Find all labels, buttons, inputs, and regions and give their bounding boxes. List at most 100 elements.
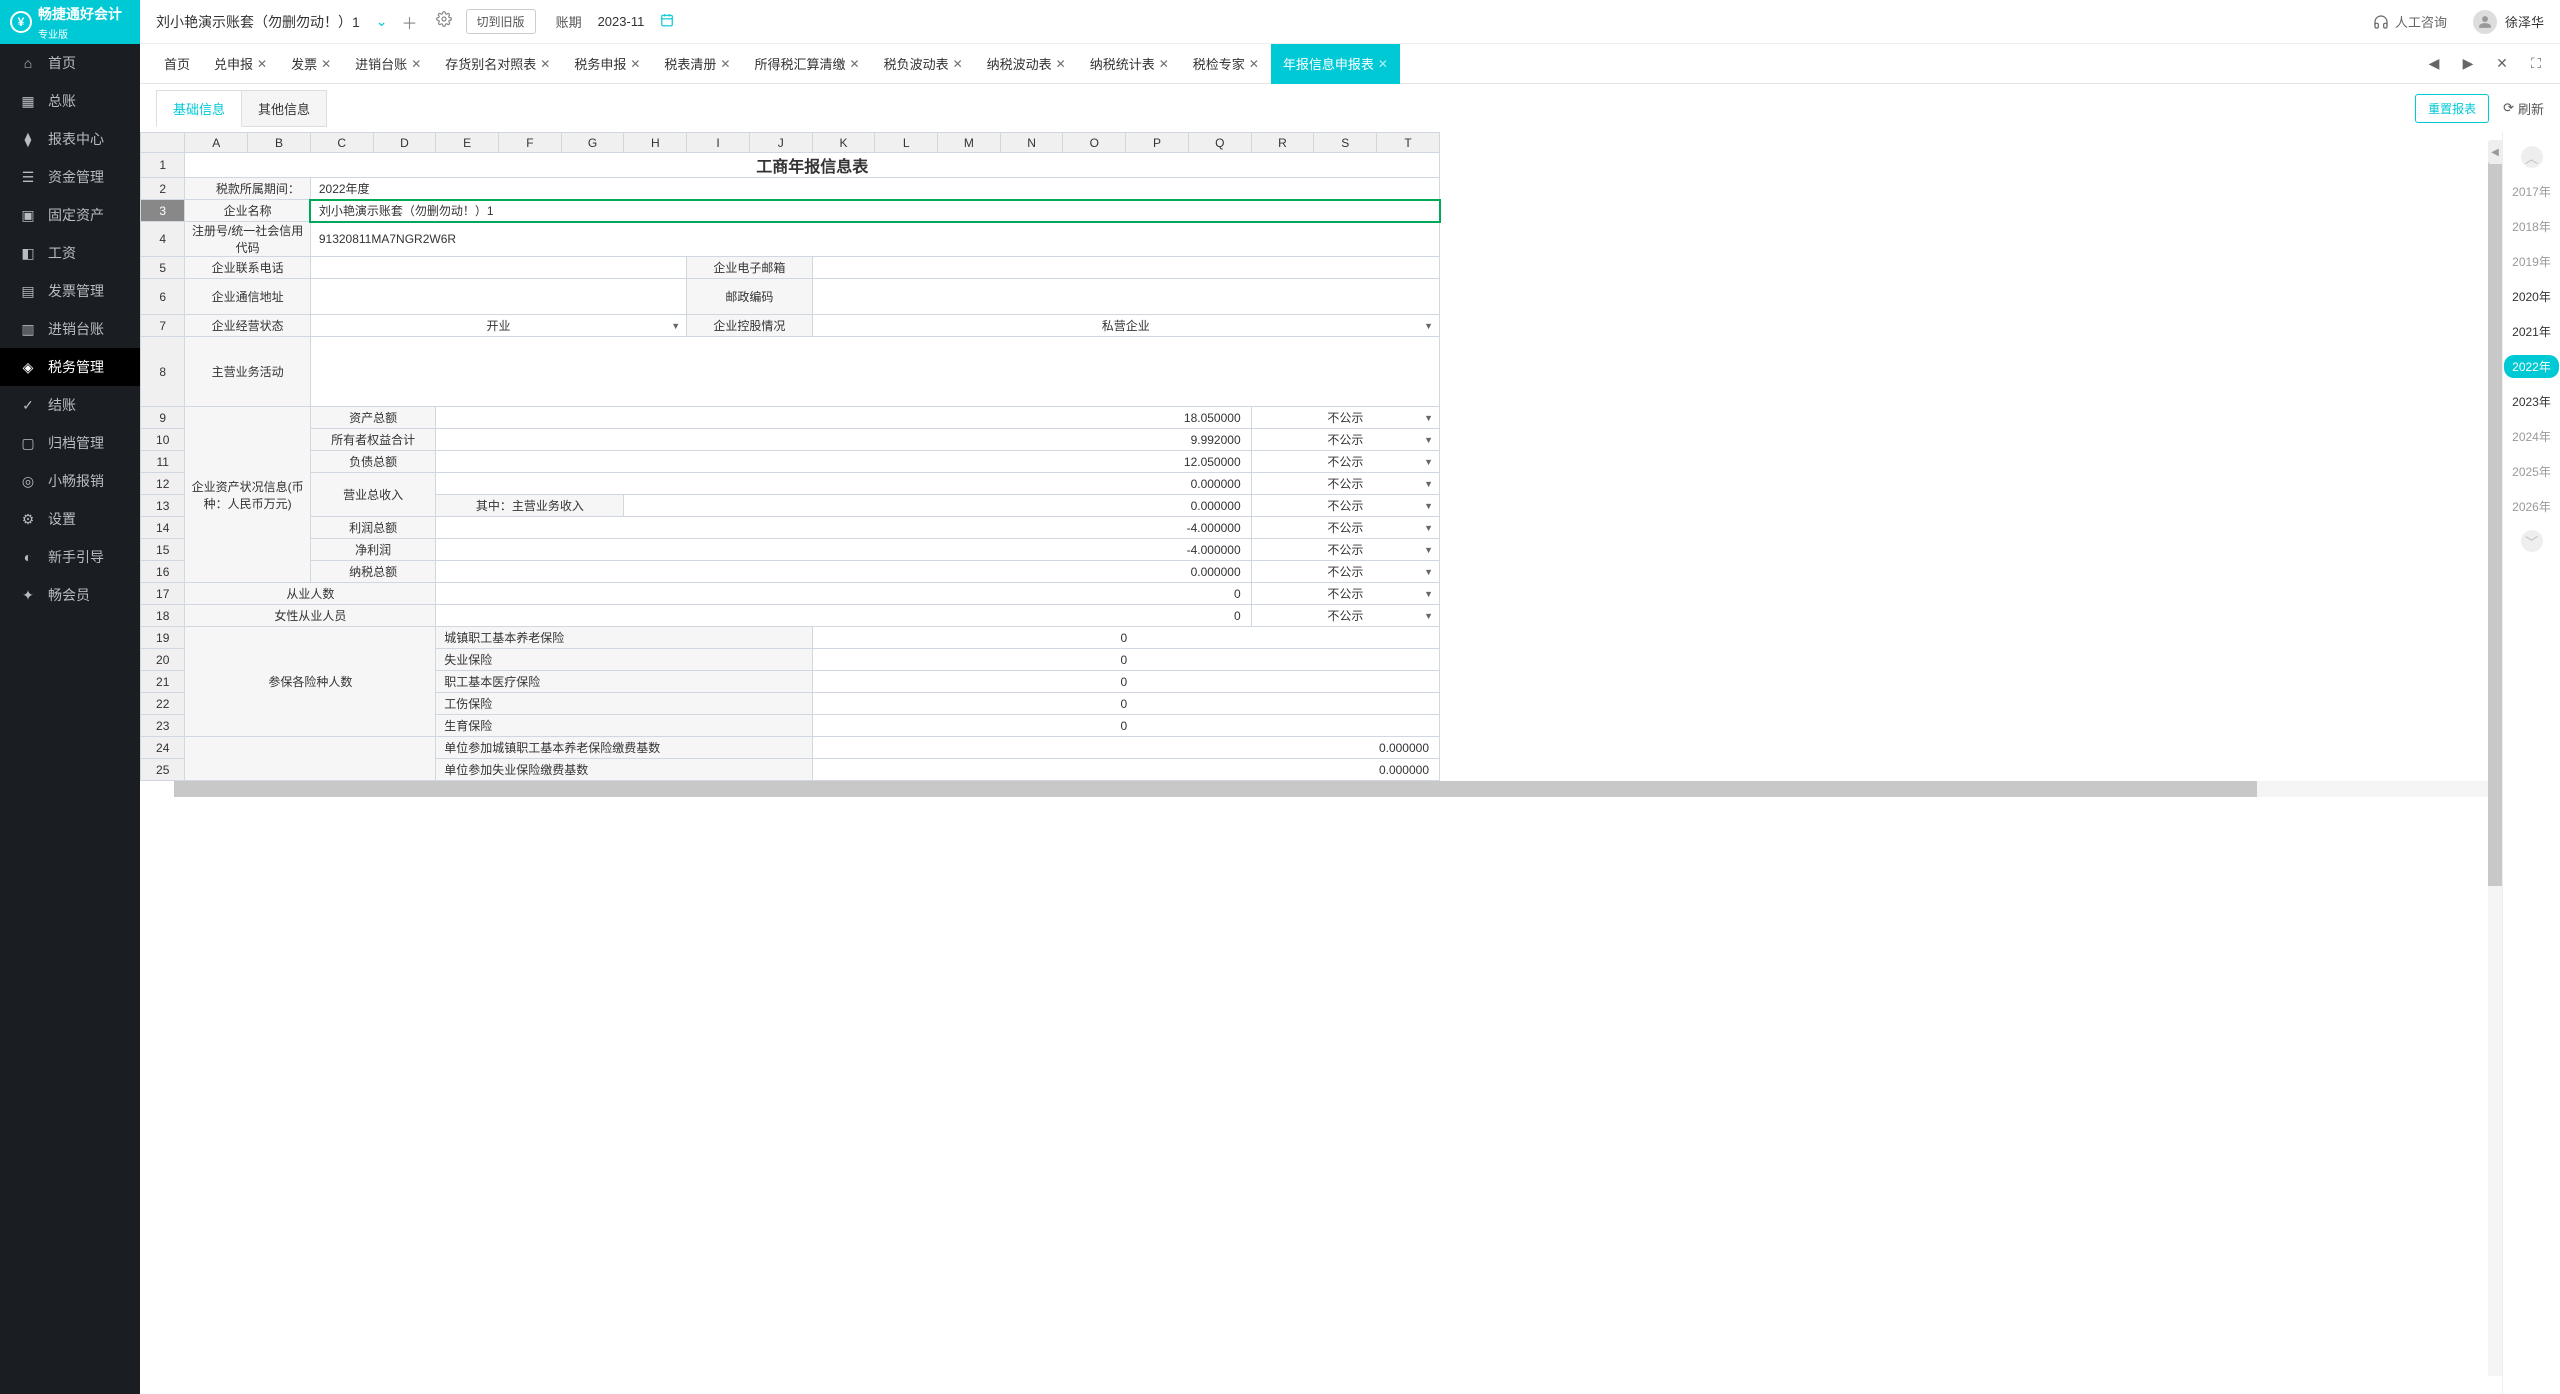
cell-r12-value[interactable]: 0.000000	[436, 473, 1251, 495]
tab-close-icon[interactable]: ✕	[1056, 57, 1066, 71]
chevron-down-icon[interactable]: ⌄	[376, 13, 388, 30]
row-header-1[interactable]: 1	[141, 153, 185, 178]
col-header-K[interactable]: K	[812, 133, 875, 153]
corner-cell[interactable]	[141, 133, 185, 153]
col-header-L[interactable]: L	[875, 133, 938, 153]
col-header-T[interactable]: T	[1377, 133, 1440, 153]
nav-item-3[interactable]: ☰资金管理	[0, 158, 140, 196]
tab-10[interactable]: 纳税统计表✕	[1078, 44, 1181, 84]
period-value[interactable]: 2023-11	[598, 14, 645, 29]
year-2019年[interactable]: 2019年	[2504, 250, 2559, 273]
cell-r6-val2[interactable]	[812, 279, 1439, 315]
row-header-10[interactable]: 10	[141, 429, 185, 451]
col-header-D[interactable]: D	[373, 133, 436, 153]
col-header-I[interactable]: I	[687, 133, 750, 153]
tabs-next-icon[interactable]: ▶	[2456, 52, 2480, 76]
col-header-M[interactable]: M	[938, 133, 1001, 153]
cell-r19-value[interactable]: 0	[812, 627, 1439, 649]
row-header-12[interactable]: 12	[141, 473, 185, 495]
tab-5[interactable]: 税务申报✕	[562, 44, 652, 84]
tab-12[interactable]: 年报信息申报表✕	[1271, 44, 1400, 84]
col-header-F[interactable]: F	[499, 133, 562, 153]
cell-r16-disc[interactable]: 不公示	[1251, 561, 1439, 583]
year-2017年[interactable]: 2017年	[2504, 180, 2559, 203]
tab-close-icon[interactable]: ✕	[630, 57, 640, 71]
col-header-C[interactable]: C	[310, 133, 373, 153]
nav-item-2[interactable]: ⧫报表中心	[0, 120, 140, 158]
year-2023年[interactable]: 2023年	[2504, 390, 2559, 413]
row-header-20[interactable]: 20	[141, 649, 185, 671]
cell-r8-val[interactable]	[310, 337, 1439, 407]
year-2021年[interactable]: 2021年	[2504, 320, 2559, 343]
tab-close-icon[interactable]: ✕	[540, 57, 550, 71]
row-header-22[interactable]: 22	[141, 693, 185, 715]
cell-r5-val2[interactable]	[812, 257, 1439, 279]
cell-r23-value[interactable]: 0	[812, 715, 1439, 737]
tab-close-icon[interactable]: ✕	[720, 57, 730, 71]
row-header-13[interactable]: 13	[141, 495, 185, 517]
tabs-close-all-icon[interactable]: ✕	[2490, 52, 2514, 76]
nav-item-1[interactable]: ▦总账	[0, 82, 140, 120]
year-2026年[interactable]: 2026年	[2504, 495, 2559, 518]
cell-r21-value[interactable]: 0	[812, 671, 1439, 693]
tab-1[interactable]: 兑申报✕	[202, 44, 279, 84]
col-header-R[interactable]: R	[1251, 133, 1314, 153]
col-header-B[interactable]: B	[248, 133, 311, 153]
year-2020年[interactable]: 2020年	[2504, 285, 2559, 308]
row-header-5[interactable]: 5	[141, 257, 185, 279]
cell-r7-val1[interactable]: 开业	[310, 315, 686, 337]
col-header-A[interactable]: A	[185, 133, 248, 153]
col-header-G[interactable]: G	[561, 133, 624, 153]
support-button[interactable]: 人工咨询	[2373, 12, 2447, 31]
calendar-icon[interactable]	[660, 13, 674, 30]
tab-9[interactable]: 纳税波动表✕	[975, 44, 1078, 84]
col-header-Q[interactable]: Q	[1188, 133, 1251, 153]
vertical-scrollbar[interactable]	[2488, 152, 2502, 1376]
cell-r13-disc[interactable]: 不公示	[1251, 495, 1439, 517]
year-up-icon[interactable]: ︿	[2521, 146, 2543, 168]
user-menu[interactable]: 徐泽华	[2473, 10, 2544, 34]
cell-r9-disc[interactable]: 不公示	[1251, 407, 1439, 429]
cell-r10-value[interactable]: 9.992000	[436, 429, 1251, 451]
cell-r16-value[interactable]: 0.000000	[436, 561, 1251, 583]
tab-close-icon[interactable]: ✕	[953, 57, 963, 71]
row-header-14[interactable]: 14	[141, 517, 185, 539]
horizontal-scrollbar[interactable]	[174, 781, 2488, 797]
tab-3[interactable]: 进销台账✕	[343, 44, 433, 84]
reset-report-button[interactable]: 重置报表	[2415, 94, 2489, 123]
tab-6[interactable]: 税表清册✕	[652, 44, 742, 84]
cell-r2-value[interactable]: 2022年度	[310, 178, 1439, 200]
cell-r25-value[interactable]: 0.000000	[812, 759, 1439, 781]
nav-item-4[interactable]: ▣固定资产	[0, 196, 140, 234]
col-header-H[interactable]: H	[624, 133, 687, 153]
nav-item-8[interactable]: ◈税务管理	[0, 348, 140, 386]
row-header-2[interactable]: 2	[141, 178, 185, 200]
year-2022年[interactable]: 2022年	[2504, 355, 2559, 378]
row-header-18[interactable]: 18	[141, 605, 185, 627]
nav-item-7[interactable]: ▥进销台账	[0, 310, 140, 348]
tab-close-icon[interactable]: ✕	[411, 57, 421, 71]
subtab-1[interactable]: 其他信息	[242, 90, 327, 127]
row-header-16[interactable]: 16	[141, 561, 185, 583]
tabs-prev-icon[interactable]: ◀	[2422, 52, 2446, 76]
year-2024年[interactable]: 2024年	[2504, 425, 2559, 448]
row-header-6[interactable]: 6	[141, 279, 185, 315]
year-down-icon[interactable]: ﹀	[2521, 530, 2543, 552]
tab-4[interactable]: 存货别名对照表✕	[433, 44, 562, 84]
cell-r11-value[interactable]: 12.050000	[436, 451, 1251, 473]
cell-r12-disc[interactable]: 不公示	[1251, 473, 1439, 495]
cell-r3-value[interactable]: 刘小艳演示账套（勿删勿动！）1	[310, 200, 1439, 222]
row-header-8[interactable]: 8	[141, 337, 185, 407]
col-header-S[interactable]: S	[1314, 133, 1377, 153]
cell-r18-value[interactable]: 0	[436, 605, 1251, 627]
cell-r20-value[interactable]: 0	[812, 649, 1439, 671]
row-header-23[interactable]: 23	[141, 715, 185, 737]
cell-r9-value[interactable]: 18.050000	[436, 407, 1251, 429]
tab-close-icon[interactable]: ✕	[1249, 57, 1259, 71]
tab-11[interactable]: 税检专家✕	[1181, 44, 1271, 84]
cell-r22-value[interactable]: 0	[812, 693, 1439, 715]
year-2025年[interactable]: 2025年	[2504, 460, 2559, 483]
year-2018年[interactable]: 2018年	[2504, 215, 2559, 238]
tab-close-icon[interactable]: ✕	[1378, 57, 1388, 71]
subtab-0[interactable]: 基础信息	[156, 90, 242, 127]
